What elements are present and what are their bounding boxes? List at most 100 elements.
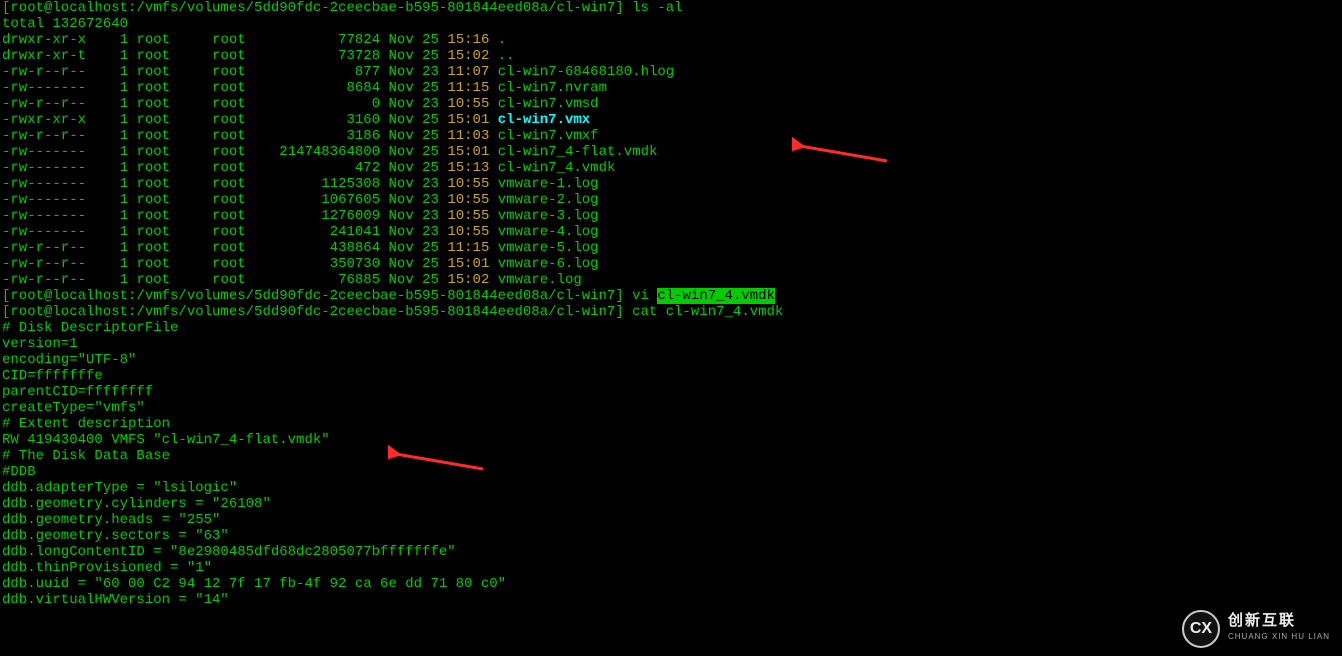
links: 1 [86,80,136,96]
size: 76885 [262,272,388,288]
time: 10:55 [447,176,497,192]
ls-row: -rw------- 1 root root 8684 Nov 25 11:15… [2,80,1340,96]
filename: . [498,32,506,48]
day: 25 [422,112,447,128]
group: root [212,176,262,192]
file-text: ddb.uuid = "60 00 C2 94 12 7f 17 fb-4f 9… [2,576,506,592]
time: 11:03 [447,128,497,144]
ls-row: -rw------- 1 root root 472 Nov 25 15:13 … [2,160,1340,176]
ls-row: -rw-r--r-- 1 root root 0 Nov 23 10:55 cl… [2,96,1340,112]
size: 438864 [262,240,388,256]
links: 1 [86,128,136,144]
filename: vmware-1.log [498,176,599,192]
owner: root [136,240,212,256]
owner: root [136,96,212,112]
terminal[interactable]: [root@localhost:/vmfs/volumes/5dd90fdc-2… [0,0,1342,608]
owner: root [136,112,212,128]
owner: root [136,144,212,160]
file-text: RW 419430400 VMFS "cl-win7_4-flat.vmdk" [2,432,330,448]
terminal-line: total 132672640 [2,16,1340,32]
group: root [212,96,262,112]
day: 25 [422,240,447,256]
day: 23 [422,96,447,112]
links: 1 [86,144,136,160]
watermark-en: CHUANG XIN HU LIAN [1228,629,1330,645]
perm: drwxr-xr-x [2,32,86,48]
prompt: [root@localhost:/vmfs/volumes/5dd90fdc-2… [2,304,632,320]
time: 10:55 [447,224,497,240]
day: 25 [422,272,447,288]
owner: root [136,224,212,240]
month: Nov [389,160,423,176]
size: 877 [262,64,388,80]
owner: root [136,272,212,288]
ls-row: -rw-r--r-- 1 root root 438864 Nov 25 11:… [2,240,1340,256]
group: root [212,240,262,256]
perm: -rwxr-xr-x [2,112,86,128]
owner: root [136,192,212,208]
file-text: ddb.thinProvisioned = "1" [2,560,212,576]
file-text: # The Disk Data Base [2,448,170,464]
file-line: ddb.adapterType = "lsilogic" [2,480,1340,496]
file-text: # Disk DescriptorFile [2,320,178,336]
month: Nov [389,80,423,96]
time: 15:13 [447,160,497,176]
owner: root [136,208,212,224]
day: 23 [422,192,447,208]
links: 1 [86,192,136,208]
file-line: # Extent description [2,416,1340,432]
file-line: ddb.longContentID = "8e2980485dfd68dc280… [2,544,1340,560]
file-line: ddb.thinProvisioned = "1" [2,560,1340,576]
links: 1 [86,176,136,192]
month: Nov [389,224,423,240]
links: 1 [86,96,136,112]
links: 1 [86,48,136,64]
owner: root [136,32,212,48]
filename: cl-win7_4.vmdk [498,160,616,176]
month: Nov [389,64,423,80]
file-line: encoding="UTF-8" [2,352,1340,368]
month: Nov [389,176,423,192]
group: root [212,128,262,144]
vi-arg: cl-win7_4.vmdk [657,288,775,304]
terminal-line: [root@localhost:/vmfs/volumes/5dd90fdc-2… [2,304,1340,320]
links: 1 [86,64,136,80]
filename: cl-win7_4-flat.vmdk [498,144,658,160]
file-text: parentCID=ffffffff [2,384,153,400]
file-line: ddb.uuid = "60 00 C2 94 12 7f 17 fb-4f 9… [2,576,1340,592]
perm: -rw------- [2,144,86,160]
file-text: ddb.geometry.sectors = "63" [2,528,229,544]
group: root [212,256,262,272]
filename: vmware.log [498,272,582,288]
day: 23 [422,224,447,240]
command: vi [632,288,657,304]
command: cat cl-win7_4.vmdk [632,304,783,320]
size: 472 [262,160,388,176]
perm: -rw-r--r-- [2,272,86,288]
filename: cl-win7.nvram [498,80,607,96]
perm: -rw-r--r-- [2,240,86,256]
watermark: CX 创新互联 CHUANG XIN HU LIAN [1182,610,1330,648]
time: 15:01 [447,144,497,160]
size: 350730 [262,256,388,272]
file-text: version=1 [2,336,78,352]
size: 241041 [262,224,388,240]
terminal-line: [root@localhost:/vmfs/volumes/5dd90fdc-2… [2,288,1340,304]
file-line: # The Disk Data Base [2,448,1340,464]
filename: vmware-6.log [498,256,599,272]
file-line: parentCID=ffffffff [2,384,1340,400]
file-text: ddb.geometry.cylinders = "26108" [2,496,271,512]
filename: vmware-5.log [498,240,599,256]
size: 3160 [262,112,388,128]
time: 11:07 [447,64,497,80]
day: 23 [422,208,447,224]
filename: cl-win7.vmsd [498,96,599,112]
file-line: # Disk DescriptorFile [2,320,1340,336]
file-line: ddb.geometry.sectors = "63" [2,528,1340,544]
filename: vmware-4.log [498,224,599,240]
month: Nov [389,128,423,144]
ls-row: drwxr-xr-t 1 root root 73728 Nov 25 15:0… [2,48,1340,64]
size: 1067605 [262,192,388,208]
file-line: ddb.geometry.cylinders = "26108" [2,496,1340,512]
ls-row: -rw------- 1 root root 214748364800 Nov … [2,144,1340,160]
